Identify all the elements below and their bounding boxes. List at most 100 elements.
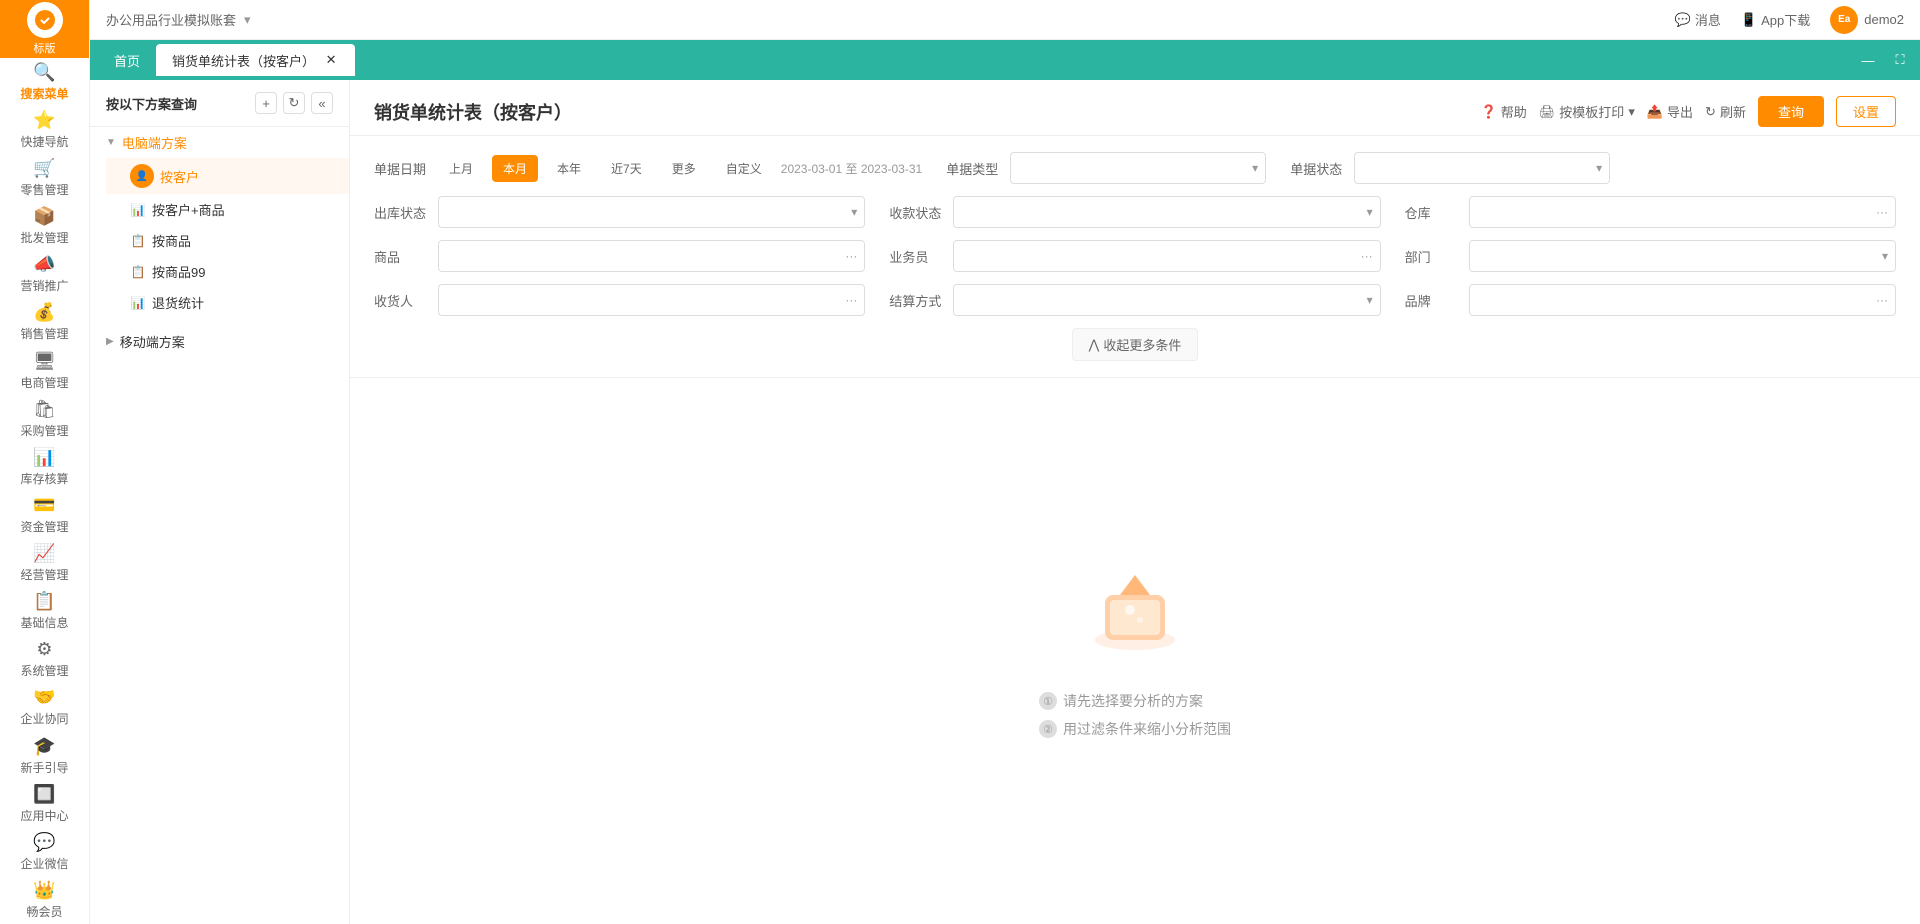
date-btn-7days[interactable]: 近7天: [600, 155, 653, 182]
salesperson-dots-icon[interactable]: ···: [1361, 249, 1373, 263]
sidebar-item-purchase[interactable]: 🛍 采购管理: [0, 395, 90, 443]
salesperson-label: 业务员: [889, 247, 945, 266]
sidebar-item-retail[interactable]: 🛒 零售管理: [0, 154, 90, 202]
export-btn[interactable]: 📤 导出: [1647, 102, 1693, 121]
sidebar-item-newbie[interactable]: 🎓 新手引导: [0, 732, 90, 780]
sidebar-item-wholesale[interactable]: 📦 批发管理: [0, 202, 90, 250]
purchase-icon: 🛍: [33, 399, 56, 420]
active-icon: 👤: [130, 164, 154, 188]
tree-mobile-section[interactable]: ▶ 移动端方案: [90, 326, 349, 357]
filter-row-3: 商品 ··· 业务员 ··· 部门: [374, 240, 1896, 272]
sidebar-item-system-label: 系统管理: [20, 662, 68, 679]
export-icon: 📤: [1647, 104, 1663, 120]
sidebar-item-wechat[interactable]: 💬 企业微信: [0, 828, 90, 876]
date-btn-this-month[interactable]: 本月: [492, 155, 538, 182]
desktop-section-label: 电脑端方案: [122, 133, 187, 152]
tab-home[interactable]: 首页: [98, 44, 156, 76]
doc-status-label: 单据状态: [1290, 159, 1346, 178]
payment-status-input[interactable]: [953, 196, 1380, 228]
tab-minimize-btn[interactable]: —: [1856, 48, 1880, 72]
left-panel-actions: + ↻ «: [255, 92, 333, 114]
warehouse-input[interactable]: [1469, 196, 1896, 228]
help-btn[interactable]: ❓ 帮助: [1481, 102, 1527, 121]
sidebar-item-inventory[interactable]: 📊 库存核算: [0, 443, 90, 491]
logo[interactable]: 标版: [0, 0, 90, 58]
sidebar-item-appcenter[interactable]: 🔲 应用中心: [0, 780, 90, 828]
sidebar-item-vip-label: 畅会员: [26, 903, 62, 920]
settlement-input[interactable]: [953, 284, 1380, 316]
user-label: demo2: [1864, 12, 1904, 27]
step2-num: ②: [1039, 720, 1057, 738]
wechat-icon: 💬: [33, 832, 55, 853]
date-btn-this-year[interactable]: 本年: [546, 155, 592, 182]
settings-btn[interactable]: 设置: [1836, 96, 1896, 127]
tab-maximize-btn[interactable]: ⛶: [1888, 48, 1912, 72]
date-range: 2023-03-01 至 2023-03-31: [781, 160, 922, 177]
sidebar-item-ecommerce-label: 电商管理: [20, 374, 68, 391]
tree-item-by-customer[interactable]: 👤 按客户: [106, 158, 349, 194]
tree-item-by-goods[interactable]: 📋 按商品: [106, 225, 349, 256]
vip-icon: 👑: [33, 880, 55, 901]
brand-dots-icon[interactable]: ···: [1876, 293, 1888, 307]
filter-row-1: 单据日期 上月 本月 本年 近7天 更多 自定义 2023-03-01 至 20…: [374, 152, 1896, 184]
salesperson-input[interactable]: [953, 240, 1380, 272]
warehouse-dots-icon[interactable]: ···: [1876, 205, 1888, 219]
goods-input[interactable]: [438, 240, 865, 272]
tree-item-by-goods-99[interactable]: 📋 按商品99: [106, 256, 349, 287]
inventory-icon: 📊: [33, 447, 55, 468]
sidebar-item-operation[interactable]: 📈 经营管理: [0, 539, 90, 587]
date-btn-more[interactable]: 更多: [661, 155, 707, 182]
sidebar-item-system[interactable]: ⚙ 系统管理: [0, 635, 90, 683]
department-input[interactable]: [1469, 240, 1896, 272]
filter-date: 单据日期 上月 本月 本年 近7天 更多 自定义 2023-03-01 至 20…: [374, 155, 922, 182]
page-title-bar: 销货单统计表（按客户） ❓ 帮助 🖨 按模板打印 ▾ 📤 导出: [350, 80, 1920, 136]
collapse-icon: «: [318, 96, 325, 111]
tree-item-by-customer-label: 按客户: [160, 167, 199, 186]
sidebar-item-vip[interactable]: 👑 畅会员: [0, 876, 90, 924]
content-area: 按以下方案查询 + ↻ « ▼ 电脑端方案: [90, 80, 1920, 924]
tree-item-by-goods-label: 按商品: [152, 231, 191, 250]
tab-close-btn[interactable]: ✕: [323, 52, 339, 68]
filter-out-status: 出库状态 ▾: [374, 196, 865, 228]
sidebar-item-basic-label: 基础信息: [20, 614, 68, 631]
refresh-btn[interactable]: ↻ 刷新: [1705, 102, 1746, 121]
brand-input[interactable]: [1469, 284, 1896, 316]
add-scheme-btn[interactable]: +: [255, 92, 277, 114]
user-menu[interactable]: Ea demo2: [1830, 6, 1904, 34]
receiver-dots-icon[interactable]: ···: [845, 293, 857, 307]
sidebar-item-finance[interactable]: 💳 资金管理: [0, 491, 90, 539]
sidebar-item-appcenter-label: 应用中心: [20, 807, 68, 824]
tree-item-by-customer-goods[interactable]: 📊 按客户+商品: [106, 194, 349, 225]
app-download-label: App下载: [1761, 10, 1810, 29]
tab-sales-stats[interactable]: 销货单统计表（按客户） ✕: [156, 44, 355, 76]
refresh-scheme-btn[interactable]: ↻: [283, 92, 305, 114]
collapse-panel-btn[interactable]: «: [311, 92, 333, 114]
template-print-btn[interactable]: 🖨 按模板打印 ▾: [1539, 102, 1635, 121]
left-panel-header: 按以下方案查询 + ↻ «: [90, 80, 349, 127]
date-btn-last-month[interactable]: 上月: [438, 155, 484, 182]
sidebar-item-sales[interactable]: 💰 销售管理: [0, 298, 90, 346]
sidebar-item-enterprise[interactable]: 🤝 企业协同: [0, 683, 90, 731]
sidebar-item-search[interactable]: 🔍 搜索菜单: [0, 58, 90, 106]
doc-status-input[interactable]: [1354, 152, 1610, 184]
sidebar-item-marketing[interactable]: 📣 营销推广: [0, 250, 90, 298]
doc-type-input[interactable]: [1010, 152, 1266, 184]
dropdown-icon[interactable]: ▾: [244, 12, 251, 28]
app-download-btn[interactable]: 📱 App下载: [1741, 10, 1810, 29]
sidebar-item-basic[interactable]: 📋 基础信息: [0, 587, 90, 635]
collapse-btn[interactable]: ⋀ 收起更多条件: [1072, 328, 1199, 361]
sidebar-item-ecommerce[interactable]: 🖥 电商管理: [0, 347, 90, 395]
sidebar-item-operation-label: 经营管理: [20, 566, 68, 583]
message-btn[interactable]: 💬 消息: [1675, 10, 1721, 29]
desktop-arrow-icon: ▼: [106, 137, 116, 148]
sidebar-item-quick-nav[interactable]: ⭐ 快捷导航: [0, 106, 90, 154]
out-status-input[interactable]: [438, 196, 865, 228]
goods-dots-icon[interactable]: ···: [845, 249, 857, 263]
tab-bar: 首页 销货单统计表（按客户） ✕ — ⛶: [90, 40, 1920, 80]
tree-item-refund[interactable]: 📊 退货统计: [106, 287, 349, 318]
receiver-input[interactable]: [438, 284, 865, 316]
date-btn-custom[interactable]: 自定义: [715, 155, 773, 182]
tree-desktop-section[interactable]: ▼ 电脑端方案: [90, 127, 349, 158]
out-status-control: ▾: [438, 196, 865, 228]
query-btn[interactable]: 查询: [1758, 96, 1824, 127]
